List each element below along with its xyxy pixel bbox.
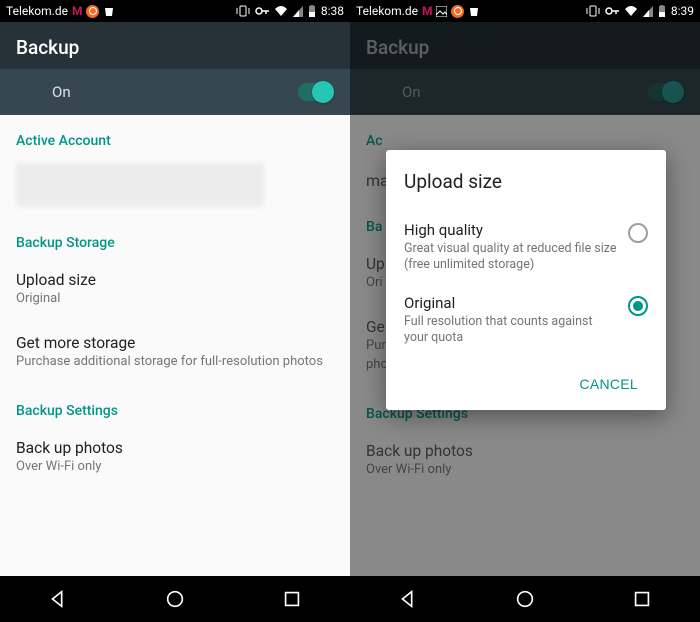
option-sub: Great visual quality at reduced file siz… bbox=[404, 241, 618, 274]
item-sub: Original bbox=[16, 291, 334, 308]
battery-icon bbox=[658, 5, 666, 17]
item-title: Upload size bbox=[16, 271, 334, 289]
carrier-label: Telekom.de bbox=[356, 4, 418, 18]
wifi-icon bbox=[274, 5, 288, 17]
signal-icon bbox=[643, 6, 653, 17]
app-icon-m: M bbox=[422, 4, 433, 18]
section-active-account: Active Account bbox=[16, 115, 334, 157]
recent-icon[interactable] bbox=[281, 588, 303, 610]
shopping-icon bbox=[103, 5, 115, 17]
battery-icon bbox=[308, 5, 316, 17]
clock-label: 8:39 bbox=[671, 4, 694, 18]
wifi-icon bbox=[624, 5, 638, 17]
upload-size-item[interactable]: Upload size Original bbox=[16, 259, 334, 322]
shopping-icon bbox=[468, 5, 480, 17]
appbar: Backup On bbox=[0, 22, 350, 115]
dialog-title: Upload size bbox=[404, 170, 648, 193]
clock-label: 8:38 bbox=[321, 4, 344, 18]
back-icon[interactable] bbox=[397, 588, 419, 610]
section-backup-storage: Backup Storage bbox=[16, 217, 334, 259]
item-title: Get more storage bbox=[16, 334, 334, 352]
status-bar: Telekom.de M 8:39 bbox=[350, 0, 700, 22]
nav-bar bbox=[350, 576, 700, 622]
alarm-icon bbox=[86, 5, 99, 18]
section-backup-settings: Backup Settings bbox=[16, 385, 334, 427]
back-icon[interactable] bbox=[47, 588, 69, 610]
key-icon bbox=[605, 6, 619, 16]
toggle-label: On bbox=[52, 83, 71, 101]
signal-icon bbox=[293, 6, 303, 17]
app-icon-m: M bbox=[72, 4, 83, 18]
backup-toggle-row[interactable]: On bbox=[0, 69, 350, 115]
phone-right: Telekom.de M 8:39 Backup On bbox=[350, 0, 700, 622]
option-sub: Full resolution that counts against your… bbox=[404, 314, 618, 347]
get-storage-item[interactable]: Get more storage Purchase additional sto… bbox=[16, 322, 334, 385]
vibrate-icon bbox=[236, 5, 250, 17]
item-sub: Purchase additional storage for full-res… bbox=[16, 354, 334, 371]
vibrate-icon bbox=[586, 5, 600, 17]
item-title: Back up photos bbox=[16, 439, 334, 457]
upload-size-dialog: Upload size High quality Great visual qu… bbox=[386, 150, 666, 410]
home-icon[interactable] bbox=[164, 588, 186, 610]
page-title: Backup bbox=[0, 22, 350, 69]
account-redacted bbox=[16, 163, 264, 207]
key-icon bbox=[255, 6, 269, 16]
option-original[interactable]: Original Full resolution that counts aga… bbox=[404, 284, 648, 357]
status-bar: Telekom.de M 8:38 bbox=[0, 0, 350, 22]
option-high-quality[interactable]: High quality Great visual quality at red… bbox=[404, 211, 648, 284]
item-sub: Over Wi-Fi only bbox=[16, 459, 334, 476]
carrier-label: Telekom.de bbox=[6, 4, 68, 18]
phone-left: Telekom.de M 8:38 Backup On Active Ac bbox=[0, 0, 350, 622]
radio-unchecked[interactable] bbox=[628, 223, 648, 243]
home-icon[interactable] bbox=[514, 588, 536, 610]
recent-icon[interactable] bbox=[631, 588, 653, 610]
option-title: High quality bbox=[404, 221, 618, 239]
cancel-button[interactable]: CANCEL bbox=[569, 368, 648, 400]
radio-checked[interactable] bbox=[628, 296, 648, 316]
switch-on[interactable] bbox=[298, 83, 332, 101]
alarm-icon bbox=[451, 5, 464, 18]
backup-photos-item[interactable]: Back up photos Over Wi-Fi only bbox=[16, 427, 334, 490]
image-icon bbox=[436, 6, 447, 17]
option-title: Original bbox=[404, 294, 618, 312]
nav-bar bbox=[0, 576, 350, 622]
